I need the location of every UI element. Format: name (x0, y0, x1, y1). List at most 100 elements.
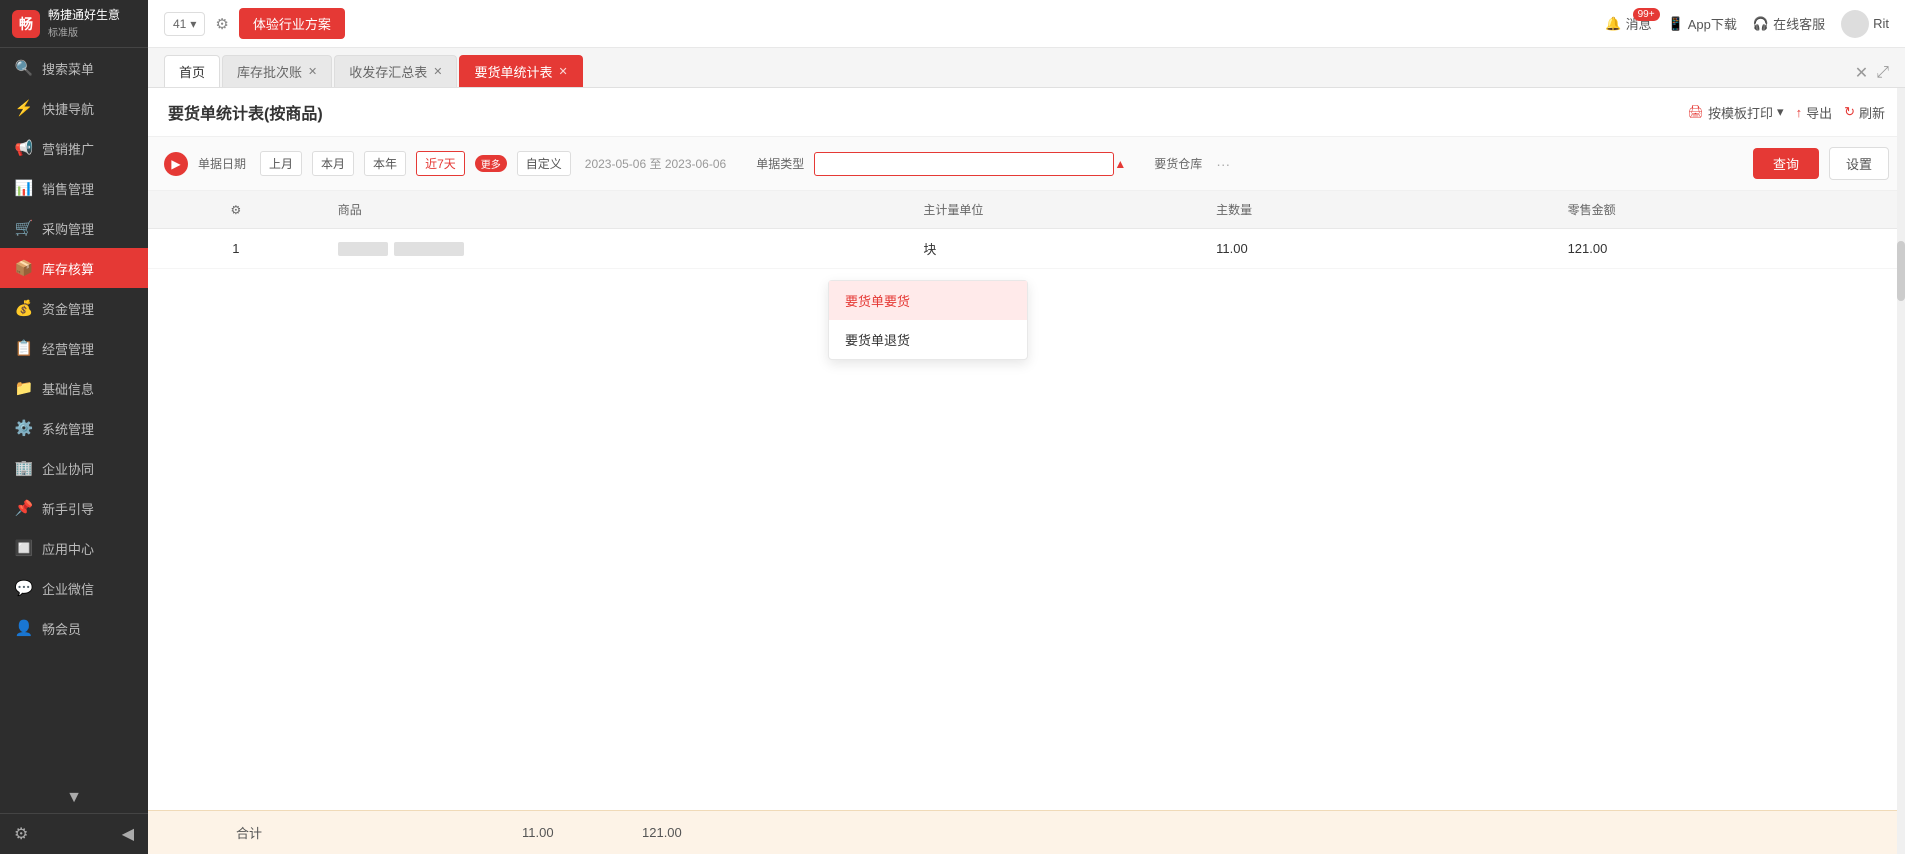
sidebar-item-quicknav[interactable]: ⚡ 快捷导航 (0, 88, 148, 128)
dropdown-item-order-goods[interactable]: 要货单要货 (829, 281, 1027, 320)
cell-num: 1 (148, 229, 324, 269)
product-placeholder (338, 242, 896, 256)
sidebar-item-guide[interactable]: 📌 新手引导 (0, 488, 148, 528)
query-btn[interactable]: 查询 (1753, 148, 1819, 179)
date-label: 单据日期 (198, 155, 246, 172)
sidebar-item-enterprise[interactable]: 🏢 企业协同 (0, 448, 148, 488)
tabbar-end-icons: ✕ ⤢ (1855, 63, 1889, 87)
col-product: 商品 (324, 191, 910, 229)
type-chevron-up-icon[interactable]: ▲ (1114, 157, 1126, 171)
footer-qty: 11.00 (522, 825, 642, 840)
notifications-btn[interactable]: 🔔 消息 99+ (1605, 14, 1651, 33)
product-block-1 (338, 242, 388, 256)
collapse-icon[interactable]: ◀ (122, 824, 134, 844)
close-all-tabs-icon[interactable]: ✕ (1855, 63, 1868, 83)
operations-icon: 📋 (14, 338, 34, 358)
sidebar-item-basics[interactable]: 📁 基础信息 (0, 368, 148, 408)
cell-product (324, 229, 910, 269)
print-btn[interactable]: 🖨 按模板打印 ▾ (1688, 103, 1784, 122)
settings-footer-icon[interactable]: ⚙ (14, 824, 28, 844)
sidebar-logo: 畅 畅捷通好生意 标准版 (0, 0, 148, 48)
export-btn[interactable]: ↑ 导出 (1796, 103, 1833, 122)
type-input[interactable] (814, 152, 1114, 176)
sidebar-scroll-down[interactable]: ▼ (0, 783, 148, 813)
topbar-gear-icon[interactable]: ⚙ (215, 15, 228, 33)
footer-label: 合计 (222, 823, 422, 842)
sidebar-item-wechat[interactable]: 💬 企业微信 (0, 568, 148, 608)
data-table: ⚙ 商品 主计量单位 主数量 零售金额 1 (148, 191, 1905, 269)
online-support-btn[interactable]: 🎧 在线客服 (1753, 14, 1825, 33)
tab-home[interactable]: 首页 (164, 55, 220, 87)
tab-close-inventory-batch[interactable]: ✕ (308, 65, 317, 78)
sidebar-item-purchase[interactable]: 🛒 采购管理 (0, 208, 148, 248)
marketing-icon: 📢 (14, 138, 34, 158)
date-btn-this-year[interactable]: 本年 (364, 151, 406, 176)
tab-order-stats[interactable]: 要货单统计表 ✕ (459, 55, 582, 87)
bell-icon: 🔔 (1605, 16, 1621, 32)
company-selector[interactable]: 41 ▾ (164, 12, 205, 36)
sidebar-item-finance[interactable]: 💰 资金管理 (0, 288, 148, 328)
date-btn-last-7days[interactable]: 近7天 (416, 151, 465, 176)
sidebar-item-system[interactable]: ⚙️ 系统管理 (0, 408, 148, 448)
sidebar-item-sales[interactable]: 📊 销售管理 (0, 168, 148, 208)
scrollbar-thumb[interactable] (1897, 241, 1905, 301)
warehouse-dots-icon[interactable]: ··· (1216, 156, 1230, 172)
sidebar-item-search[interactable]: 🔍 搜索菜单 (0, 48, 148, 88)
table-header-row: ⚙ 商品 主计量单位 主数量 零售金额 (148, 191, 1905, 229)
sidebar-item-operations[interactable]: 📋 经营管理 (0, 328, 148, 368)
cell-amount: 121.00 (1554, 229, 1905, 269)
refresh-icon: ↻ (1844, 104, 1855, 120)
sidebar-item-marketing[interactable]: 📢 营销推广 (0, 128, 148, 168)
finance-icon: 💰 (14, 298, 34, 318)
main-area: 41 ▾ ⚙ 体验行业方案 🔔 消息 99+ 📱 App下载 🎧 在线客服 (148, 0, 1905, 854)
sidebar-nav: 🔍 搜索菜单 ⚡ 快捷导航 📢 营销推广 📊 销售管理 🛒 采购管理 📦 库存核… (0, 48, 148, 783)
avatar (1841, 10, 1869, 38)
sidebar-item-member[interactable]: 👤 畅会员 (0, 608, 148, 648)
filter-bar: ▶ 单据日期 上月 本月 本年 近7天 更多 自定义 2023-05-06 至 … (148, 137, 1905, 191)
industry-btn[interactable]: 体验行业方案 (239, 8, 345, 39)
wechat-icon: 💬 (14, 578, 34, 598)
filter-toggle-btn[interactable]: ▶ (164, 152, 188, 176)
date-btn-custom[interactable]: 自定义 (517, 151, 571, 176)
table-body: 1 块 11.00 121.00 (148, 229, 1905, 269)
cell-unit: 块 (909, 229, 1202, 269)
purchase-icon: 🛒 (14, 218, 34, 238)
type-input-wrapper: ▲ (814, 152, 1134, 176)
user-avatar-btn[interactable]: Rit (1841, 10, 1889, 38)
date-btn-this-month[interactable]: 本月 (312, 151, 354, 176)
col-settings[interactable]: ⚙ (148, 191, 324, 229)
date-btn-last-month[interactable]: 上月 (260, 151, 302, 176)
app-download-btn[interactable]: 📱 App下载 (1668, 14, 1737, 33)
sidebar-item-appstore[interactable]: 🔲 应用中心 (0, 528, 148, 568)
tab-close-receivables[interactable]: ✕ (433, 65, 442, 78)
setting-btn[interactable]: 设置 (1829, 147, 1889, 180)
quicknav-icon: ⚡ (14, 98, 34, 118)
guide-icon: 📌 (14, 498, 34, 518)
member-icon: 👤 (14, 618, 34, 638)
table-row: 1 块 11.00 121.00 (148, 229, 1905, 269)
inventory-icon: 📦 (14, 258, 34, 278)
date-range-text: 2023-05-06 至 2023-06-06 (585, 155, 726, 172)
page-title: 要货单统计表(按商品) (168, 100, 323, 124)
col-amount: 零售金额 (1554, 191, 1905, 229)
more-badge[interactable]: 更多 (475, 155, 507, 172)
appstore-icon: 🔲 (14, 538, 34, 558)
table-header: ⚙ 商品 主计量单位 主数量 零售金额 (148, 191, 1905, 229)
basics-icon: 📁 (14, 378, 34, 398)
expand-tabs-icon[interactable]: ⤢ (1876, 64, 1889, 82)
export-icon: ↑ (1796, 105, 1803, 120)
right-scrollbar[interactable] (1897, 88, 1905, 854)
column-settings-icon[interactable]: ⚙ (230, 203, 241, 217)
tab-receivables[interactable]: 收发存汇总表 ✕ (334, 55, 457, 87)
search-icon: 🔍 (14, 58, 34, 78)
dropdown-item-order-return[interactable]: 要货单退货 (829, 320, 1027, 359)
col-unit: 主计量单位 (909, 191, 1202, 229)
tabbar: 首页 库存批次账 ✕ 收发存汇总表 ✕ 要货单统计表 ✕ ✕ ⤢ (148, 48, 1905, 88)
tab-close-order-stats[interactable]: ✕ (559, 65, 568, 78)
refresh-btn[interactable]: ↻ 刷新 (1844, 103, 1885, 122)
sidebar-item-inventory[interactable]: 📦 库存核算 (0, 248, 148, 288)
chevron-print-icon: ▾ (1777, 104, 1784, 120)
tab-inventory-batch[interactable]: 库存批次账 ✕ (222, 55, 332, 87)
enterprise-icon: 🏢 (14, 458, 34, 478)
content-area: 要货单统计表(按商品) 🖨 按模板打印 ▾ ↑ 导出 ↻ 刷新 ▶ (148, 88, 1905, 854)
